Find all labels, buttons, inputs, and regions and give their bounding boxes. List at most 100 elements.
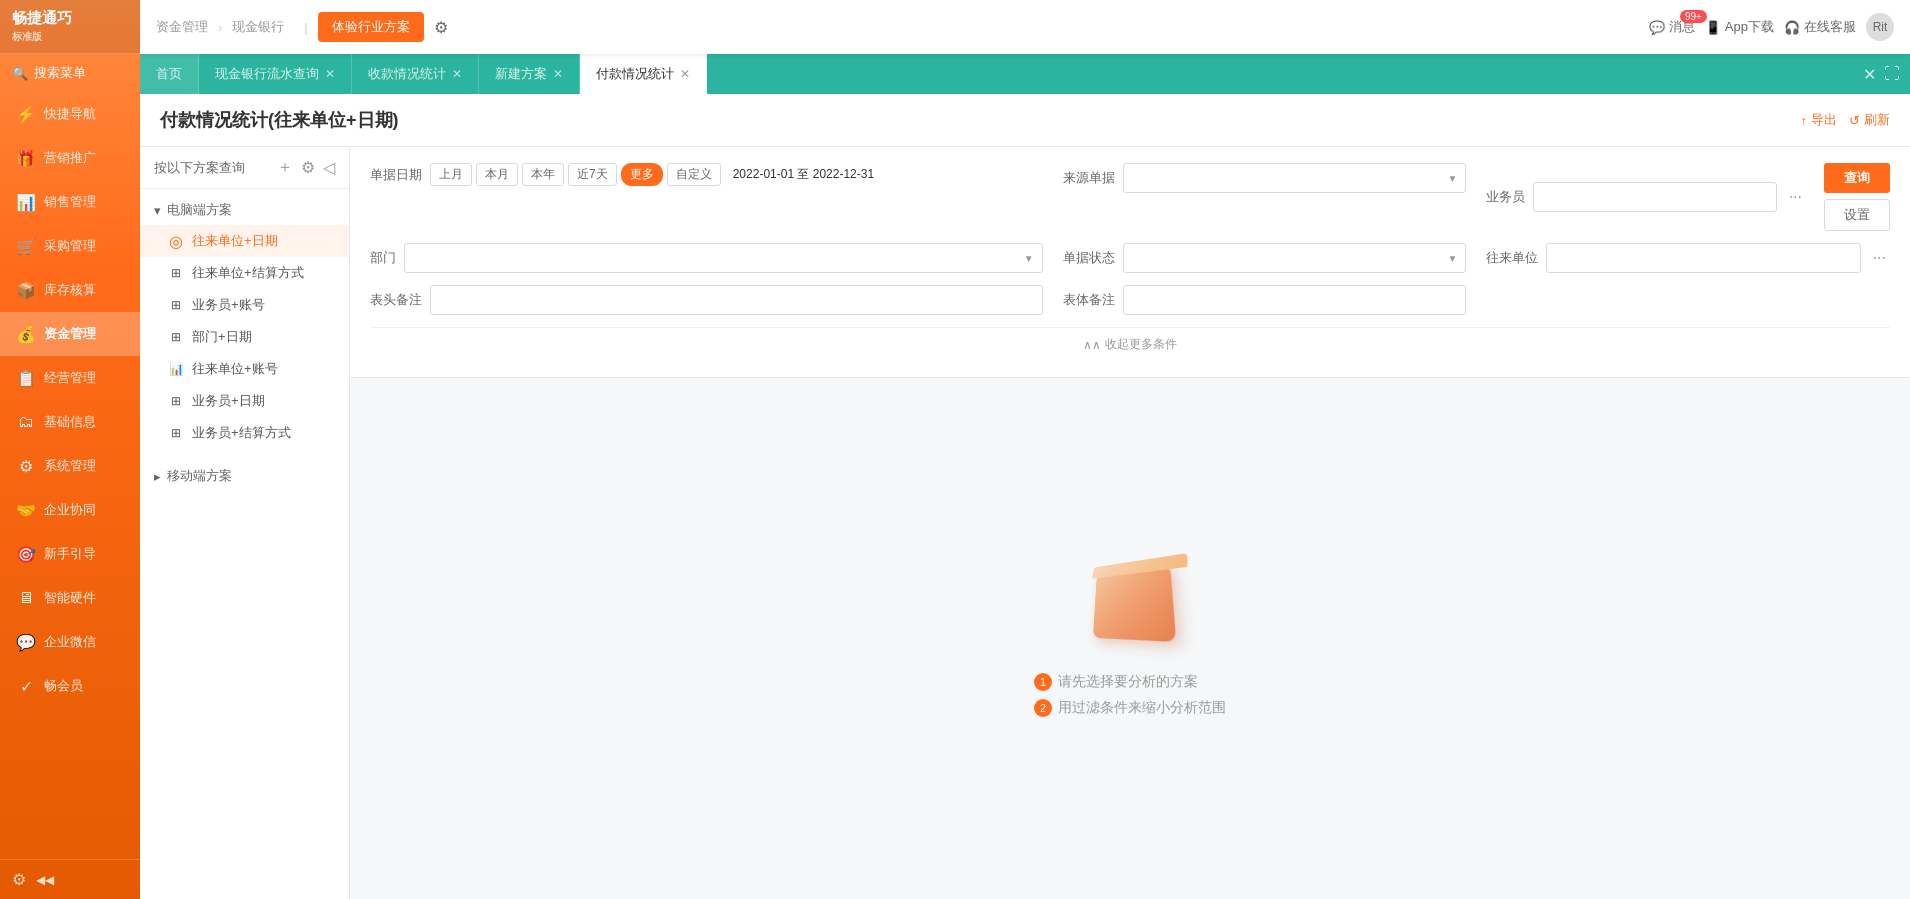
scheme-item-dept-date[interactable]: ⊞ 部门+日期	[140, 321, 349, 353]
source-label: 来源单据	[1063, 169, 1115, 187]
breadcrumb2-text: 现金银行	[232, 18, 284, 36]
empty-texts: 1 请先选择要分析的方案 2 用过滤条件来缩小分析范围	[1034, 673, 1226, 725]
left-panel-header: 按以下方案查询 ＋ ⚙ ◁	[140, 147, 349, 189]
export-label: 导出	[1811, 111, 1837, 129]
right-panel: 单据日期 上月 本月 本年 近7天 更多 自定义 2022-01-01 至 20…	[350, 147, 1910, 899]
filter-staff: 业务员 ··· 查询 设置	[1486, 163, 1890, 231]
scheme-unit-settle-icon: ⊞	[168, 265, 184, 281]
pc-scheme-group-title[interactable]: ▾ 电脑端方案	[140, 195, 349, 225]
app-download-btn[interactable]: 📱 App下载	[1705, 18, 1774, 36]
tab-new-scheme-label: 新建方案	[495, 65, 547, 83]
tab-receipt-stat[interactable]: 收款情况统计 ✕	[352, 54, 479, 94]
scheme-item-unit-date[interactable]: ◎ 往来单位+日期	[140, 225, 349, 257]
scheme-item-staff-date[interactable]: ⊞ 业务员+日期	[140, 385, 349, 417]
sidebar-item-basic[interactable]: 🗂 基础信息	[0, 400, 140, 444]
refresh-btn[interactable]: ↺ 刷新	[1849, 111, 1890, 129]
staff-more-btn[interactable]: ···	[1785, 188, 1806, 206]
query-btn[interactable]: 查询	[1824, 163, 1890, 193]
export-btn[interactable]: ↑ 导出	[1801, 111, 1838, 129]
sidebar-item-label: 快捷导航	[44, 105, 96, 123]
pc-group-label: 电脑端方案	[167, 201, 232, 219]
sidebar-item-purchase[interactable]: 🛒 采购管理	[0, 224, 140, 268]
sidebar-search[interactable]: 🔍 搜索菜单	[0, 54, 140, 92]
body-remark-input[interactable]	[1123, 285, 1467, 315]
sidebar-item-guide[interactable]: 🎯 新手引导	[0, 532, 140, 576]
tab-home[interactable]: 首页	[140, 54, 199, 94]
hint-num-2: 2	[1034, 699, 1052, 717]
settings-bottom-icon[interactable]: ⚙	[12, 870, 26, 889]
doc-status-select[interactable]: ▼	[1123, 243, 1467, 273]
sidebar-item-sales[interactable]: 📊 销售管理	[0, 180, 140, 224]
scheme-item-staff-settle[interactable]: ⊞ 业务员+结算方式	[140, 417, 349, 449]
sidebar-item-capital[interactable]: 💰 资金管理	[0, 312, 140, 356]
msg-badge: 99+	[1680, 10, 1707, 23]
sidebar-item-enterprise[interactable]: 🤝 企业协同	[0, 488, 140, 532]
settings-icon[interactable]: ⚙	[434, 18, 448, 37]
sidebar-item-operation[interactable]: 📋 经营管理	[0, 356, 140, 400]
setting-btn[interactable]: 设置	[1824, 199, 1890, 231]
tab-expand-icon[interactable]: ⛶	[1884, 65, 1900, 83]
date-btn-this-year[interactable]: 本年	[522, 163, 564, 186]
scheme-item-staff-account[interactable]: ⊞ 业务员+账号	[140, 289, 349, 321]
tab-bank-flow-close[interactable]: ✕	[325, 67, 335, 81]
avatar[interactable]: Rit	[1866, 13, 1894, 41]
tab-home-label: 首页	[156, 65, 182, 83]
mobile-scheme-group-title[interactable]: ▸ 移动端方案	[140, 461, 349, 491]
pc-scheme-group: ▾ 电脑端方案 ◎ 往来单位+日期 ⊞ 往来单位+结算方式 ⊞ 业务员+账号 ⊞	[140, 189, 349, 455]
tab-new-scheme[interactable]: 新建方案 ✕	[479, 54, 580, 94]
header-remark-input[interactable]	[430, 285, 1043, 315]
sidebar-item-inventory[interactable]: 📦 库存核算	[0, 268, 140, 312]
collapse-sidebar-icon[interactable]: ◀◀	[36, 873, 54, 887]
scheme-item-unit-settle[interactable]: ⊞ 往来单位+结算方式	[140, 257, 349, 289]
operation-icon: 📋	[16, 368, 36, 388]
online-service-btn[interactable]: 🎧 在线客服	[1784, 18, 1856, 36]
staff-label: 业务员	[1486, 188, 1525, 206]
date-btn-custom[interactable]: 自定义	[667, 163, 721, 186]
source-select[interactable]: ▼	[1123, 163, 1467, 193]
date-btn-7days[interactable]: 近7天	[568, 163, 617, 186]
sidebar-item-hardware[interactable]: 🖥 智能硬件	[0, 576, 140, 620]
sidebar-item-label: 基础信息	[44, 413, 96, 431]
sidebar-item-marketing[interactable]: 🎁 营销推广	[0, 136, 140, 180]
empty-state: 1 请先选择要分析的方案 2 用过滤条件来缩小分析范围	[350, 378, 1910, 899]
tab-payment-stat-label: 付款情况统计	[596, 65, 674, 83]
counterpart-select[interactable]	[1546, 243, 1860, 273]
collapse-more-btn[interactable]: ∧∧ 收起更多条件	[370, 327, 1890, 361]
date-btn-more[interactable]: 更多	[621, 163, 663, 186]
sidebar-item-wechat[interactable]: 💬 企业微信	[0, 620, 140, 664]
scheme-unit-account-label: 往来单位+账号	[192, 360, 278, 378]
tab-bank-flow[interactable]: 现金银行流水查询 ✕	[199, 54, 352, 94]
date-btn-this-month[interactable]: 本月	[476, 163, 518, 186]
guide-icon: 🎯	[16, 544, 36, 564]
tab-payment-stat-close[interactable]: ✕	[680, 67, 690, 81]
sidebar-item-member[interactable]: ✓ 畅会员	[0, 664, 140, 708]
date-btn-last-month[interactable]: 上月	[430, 163, 472, 186]
wechat-icon: 💬	[16, 632, 36, 652]
trial-btn[interactable]: 体验行业方案	[318, 12, 424, 42]
msg-btn[interactable]: 💬 消息 99+	[1649, 18, 1695, 36]
tab-payment-stat[interactable]: 付款情况统计 ✕	[580, 54, 707, 94]
staff-select[interactable]	[1533, 182, 1776, 212]
sidebar-item-system[interactable]: ⚙ 系统管理	[0, 444, 140, 488]
dept-select[interactable]: ▼	[404, 243, 1043, 273]
scheme-settings-btn[interactable]: ⚙	[301, 158, 315, 177]
filter-row-3: 表头备注 表体备注	[370, 285, 1890, 315]
refresh-label: 刷新	[1864, 111, 1890, 129]
tab-receipt-stat-close[interactable]: ✕	[452, 67, 462, 81]
tab-close-all-icon[interactable]: ✕	[1863, 65, 1876, 84]
scheme-item-unit-account[interactable]: 📊 往来单位+账号	[140, 353, 349, 385]
sidebar-item-quick-nav[interactable]: ⚡ 快捷导航	[0, 92, 140, 136]
mobile-scheme-group: ▸ 移动端方案	[140, 455, 349, 497]
scheme-staff-date-icon: ⊞	[168, 393, 184, 409]
scheme-staff-settle-icon: ⊞	[168, 425, 184, 441]
counterpart-more-btn[interactable]: ···	[1869, 249, 1890, 267]
add-scheme-btn[interactable]: ＋	[277, 157, 293, 178]
page-header: 付款情况统计(往来单位+日期) ↑ 导出 ↺ 刷新	[140, 94, 1910, 147]
empty-box-graphic	[1093, 565, 1176, 642]
msg-icon: 💬	[1649, 20, 1665, 35]
tab-bank-flow-label: 现金银行流水查询	[215, 65, 319, 83]
collapse-panel-btn[interactable]: ◁	[323, 158, 335, 177]
tab-new-scheme-close[interactable]: ✕	[553, 67, 563, 81]
body-remark-label: 表体备注	[1063, 291, 1115, 309]
counterpart-label: 往来单位	[1486, 249, 1538, 267]
